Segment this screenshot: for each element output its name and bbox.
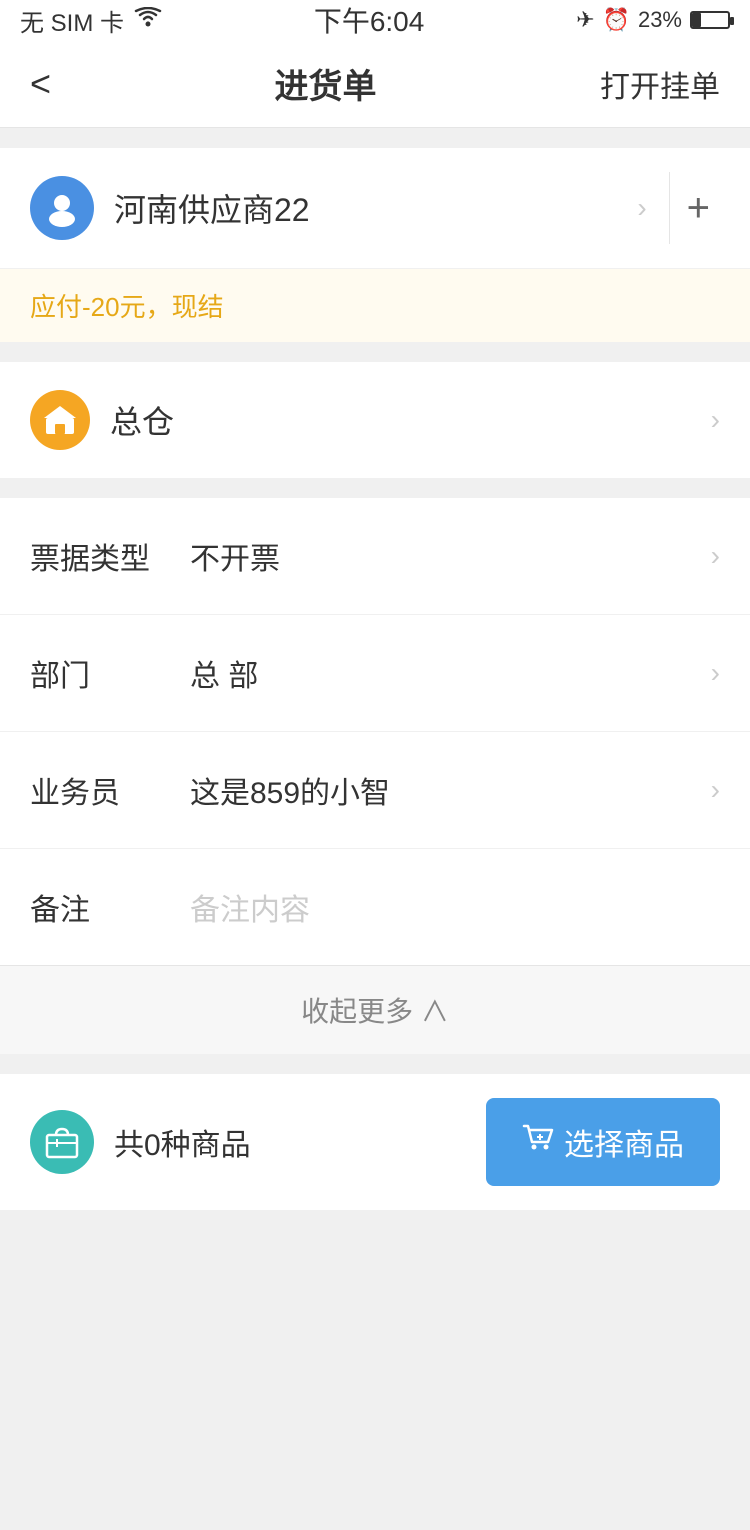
remark-row[interactable]: 备注 备注内容 [0,849,750,965]
wifi-icon [134,6,162,34]
warehouse-icon [30,390,90,450]
remark-label: 备注 [30,885,190,929]
department-row[interactable]: 部门 总 部 › [0,615,750,732]
battery-percent: 23% [638,7,682,33]
product-icon [30,1110,94,1174]
select-product-label: 选择商品 [564,1120,684,1164]
open-pending-button[interactable]: 打开挂单 [600,62,720,106]
department-label: 部门 [30,651,190,695]
nav-bar: < 进货单 打开挂单 [0,40,750,128]
salesperson-label: 业务员 [30,768,190,812]
salesperson-chevron: › [711,774,720,806]
invoice-type-chevron: › [711,540,720,572]
page-background [0,1210,750,1530]
supplier-notice: 应付-20元，现结 [0,269,750,342]
back-button[interactable]: < [30,63,51,105]
supplier-section: 河南供应商22 › + 应付-20元，现结 [0,148,750,342]
status-left: 无 SIM 卡 [20,3,162,38]
supplier-chevron-icon: › [637,192,646,224]
status-bar: 无 SIM 卡 下午6:04 ✈ ⏰ 23% [0,0,750,40]
salesperson-row[interactable]: 业务员 这是859的小智 › [0,732,750,849]
cart-icon [522,1124,554,1160]
remark-placeholder: 备注内容 [190,885,720,929]
battery-icon [690,11,730,29]
page-title: 进货单 [275,59,377,108]
invoice-type-value: 不开票 [190,534,711,578]
select-product-button[interactable]: 选择商品 [486,1098,720,1186]
supplier-avatar [30,176,94,240]
warehouse-section: 总仓 › [0,362,750,478]
alarm-icon: ⏰ [603,7,630,33]
warehouse-chevron-icon: › [711,404,720,436]
add-supplier-button[interactable]: + [677,186,720,231]
department-chevron: › [711,657,720,689]
warehouse-name: 总仓 [110,397,711,443]
warehouse-row[interactable]: 总仓 › [0,362,750,478]
status-time: 下午6:04 [314,0,425,40]
bottom-product-bar: 共0种商品 选择商品 [0,1074,750,1210]
invoice-type-row[interactable]: 票据类型 不开票 › [0,498,750,615]
product-count-label: 共0种商品 [114,1120,486,1164]
supplier-divider [669,172,670,244]
status-right: ✈ ⏰ 23% [576,7,730,33]
location-icon: ✈ [576,7,594,33]
supplier-name: 河南供应商22 [114,185,637,231]
section-divider-1 [0,128,750,148]
collapse-label: 收起更多 ∧ [301,996,449,1027]
carrier-label: 无 SIM 卡 [20,3,124,38]
salesperson-value: 这是859的小智 [190,768,711,812]
invoice-type-label: 票据类型 [30,534,190,578]
department-value: 总 部 [190,651,711,695]
section-divider-2 [0,342,750,362]
form-section: 票据类型 不开票 › 部门 总 部 › 业务员 这是859的小智 › 备注 备注… [0,498,750,965]
collapse-bar[interactable]: 收起更多 ∧ [0,965,750,1054]
supplier-row[interactable]: 河南供应商22 › + [0,148,750,269]
